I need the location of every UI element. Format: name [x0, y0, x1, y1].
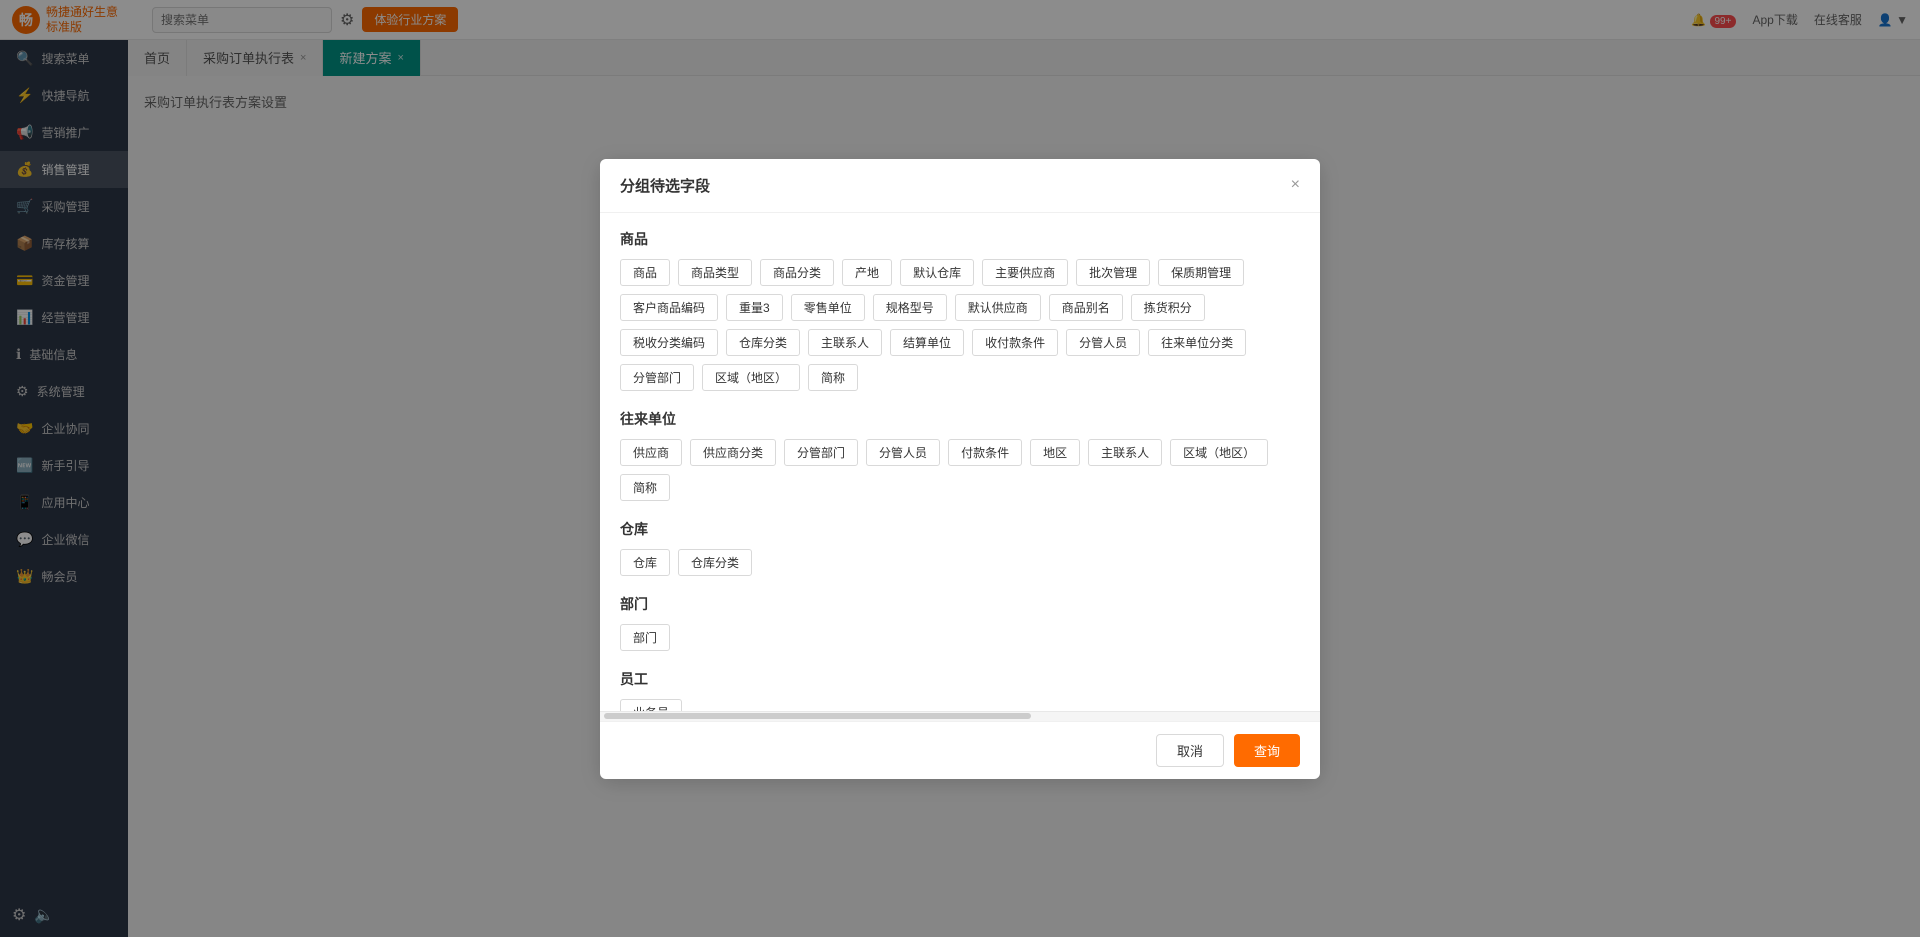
field-tag-product-1[interactable]: 商品类型: [678, 259, 752, 286]
field-tag-warehouse-1[interactable]: 仓库分类: [678, 549, 752, 576]
field-group-warehouse-title: 仓库: [620, 519, 1300, 539]
field-tag-partner-3[interactable]: 分管人员: [866, 439, 940, 466]
field-tags-partner: 供应商 供应商分类 分管部门 分管人员 付款条件 地区 主联系人 区域（地区） …: [620, 439, 1300, 501]
field-tag-product-21[interactable]: 往来单位分类: [1148, 329, 1246, 356]
field-group-partner-title: 往来单位: [620, 409, 1300, 429]
field-tag-partner-1[interactable]: 供应商分类: [690, 439, 776, 466]
field-tag-product-5[interactable]: 主要供应商: [982, 259, 1068, 286]
field-tag-product-24[interactable]: 简称: [808, 364, 858, 391]
dialog-body[interactable]: 商品 商品 商品类型 商品分类 产地 默认仓库 主要供应商 批次管理 保质期管理…: [600, 213, 1320, 712]
field-tag-partner-2[interactable]: 分管部门: [784, 439, 858, 466]
field-tag-product-11[interactable]: 规格型号: [873, 294, 947, 321]
field-tag-product-6[interactable]: 批次管理: [1076, 259, 1150, 286]
dialog-title: 分组待选字段: [620, 175, 710, 196]
field-tag-partner-4[interactable]: 付款条件: [948, 439, 1022, 466]
field-tag-product-14[interactable]: 拣货积分: [1131, 294, 1205, 321]
field-select-dialog: 分组待选字段 × 商品 商品 商品类型 商品分类 产地 默认仓库 主要供应商 批…: [600, 159, 1320, 779]
field-group-employee: 员工 业务员: [620, 669, 1300, 712]
field-group-employee-title: 员工: [620, 669, 1300, 689]
field-tag-partner-7[interactable]: 区域（地区）: [1170, 439, 1268, 466]
field-tag-product-18[interactable]: 结算单位: [890, 329, 964, 356]
field-tag-product-20[interactable]: 分管人员: [1066, 329, 1140, 356]
field-tag-product-13[interactable]: 商品别名: [1049, 294, 1123, 321]
field-tag-product-22[interactable]: 分管部门: [620, 364, 694, 391]
field-tag-product-4[interactable]: 默认仓库: [900, 259, 974, 286]
dialog-overlay: 分组待选字段 × 商品 商品 商品类型 商品分类 产地 默认仓库 主要供应商 批…: [0, 0, 1920, 937]
dialog-horizontal-scrollbar[interactable]: [600, 711, 1320, 720]
field-tag-employee-0[interactable]: 业务员: [620, 699, 682, 712]
field-tag-product-3[interactable]: 产地: [842, 259, 892, 286]
field-group-product-title: 商品: [620, 229, 1300, 249]
confirm-button[interactable]: 查询: [1234, 734, 1300, 767]
field-tags-product: 商品 商品类型 商品分类 产地 默认仓库 主要供应商 批次管理 保质期管理 客户…: [620, 259, 1300, 391]
field-tag-product-7[interactable]: 保质期管理: [1158, 259, 1244, 286]
field-tag-partner-6[interactable]: 主联系人: [1088, 439, 1162, 466]
field-tag-product-2[interactable]: 商品分类: [760, 259, 834, 286]
field-tags-warehouse: 仓库 仓库分类: [620, 549, 1300, 576]
dialog-footer: 取消 查询: [600, 721, 1320, 779]
field-tag-product-10[interactable]: 零售单位: [791, 294, 865, 321]
cancel-button[interactable]: 取消: [1156, 734, 1224, 767]
field-tag-product-23[interactable]: 区域（地区）: [702, 364, 800, 391]
field-tag-product-15[interactable]: 税收分类编码: [620, 329, 718, 356]
field-tag-partner-5[interactable]: 地区: [1030, 439, 1080, 466]
field-group-department-title: 部门: [620, 594, 1300, 614]
field-tag-product-12[interactable]: 默认供应商: [955, 294, 1041, 321]
field-group-department: 部门 部门: [620, 594, 1300, 651]
field-tag-department-0[interactable]: 部门: [620, 624, 670, 651]
field-tag-partner-8[interactable]: 简称: [620, 474, 670, 501]
field-tag-product-9[interactable]: 重量3: [726, 294, 783, 321]
field-tags-employee: 业务员: [620, 699, 1300, 712]
field-group-warehouse: 仓库 仓库 仓库分类: [620, 519, 1300, 576]
field-tags-department: 部门: [620, 624, 1300, 651]
field-tag-warehouse-0[interactable]: 仓库: [620, 549, 670, 576]
field-tag-product-19[interactable]: 收付款条件: [972, 329, 1058, 356]
field-tag-product-0[interactable]: 商品: [620, 259, 670, 286]
field-tag-product-8[interactable]: 客户商品编码: [620, 294, 718, 321]
field-tag-product-16[interactable]: 仓库分类: [726, 329, 800, 356]
field-group-product: 商品 商品 商品类型 商品分类 产地 默认仓库 主要供应商 批次管理 保质期管理…: [620, 229, 1300, 391]
field-tag-product-17[interactable]: 主联系人: [808, 329, 882, 356]
dialog-header: 分组待选字段 ×: [600, 159, 1320, 213]
dialog-close-button[interactable]: ×: [1291, 176, 1300, 194]
field-group-partner: 往来单位 供应商 供应商分类 分管部门 分管人员 付款条件 地区 主联系人 区域…: [620, 409, 1300, 501]
field-tag-partner-0[interactable]: 供应商: [620, 439, 682, 466]
